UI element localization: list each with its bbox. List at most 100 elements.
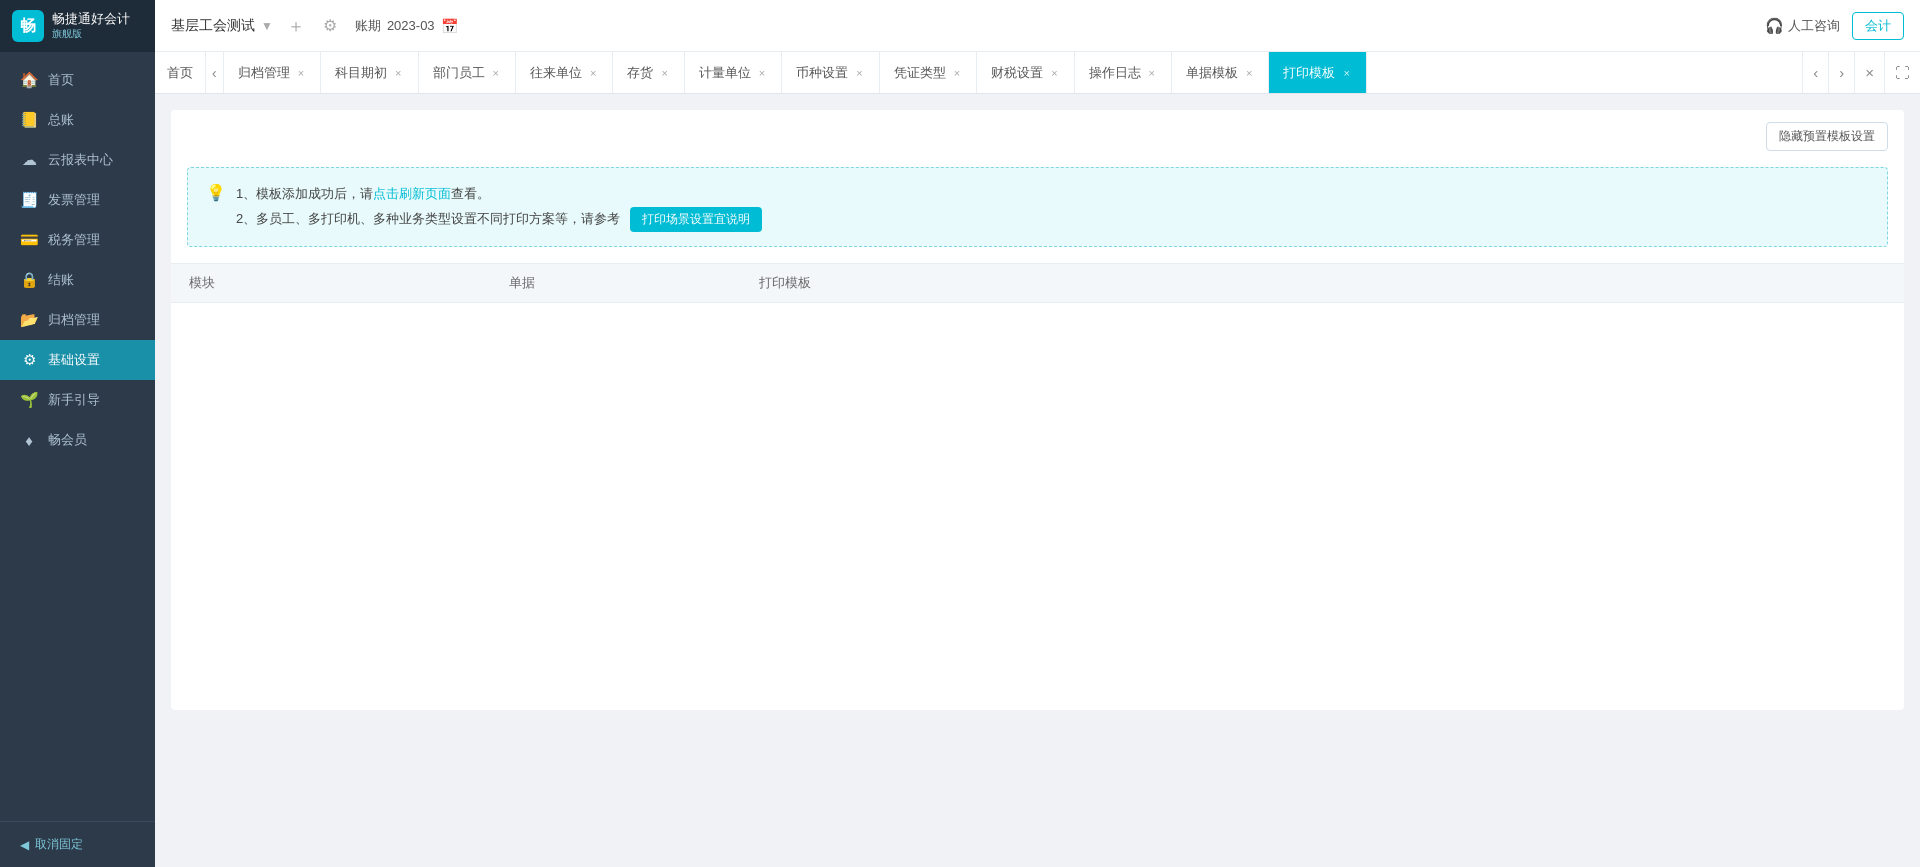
sidebar-nav: 🏠 首页 📒 总账 ☁ 云报表中心 🧾 发票管理 💳 税务管理 🔒 结账 📂 归… <box>0 52 155 821</box>
tab-close-icon[interactable]: × <box>491 66 501 80</box>
tab-expand[interactable]: ⛶ <box>1884 52 1920 94</box>
reports-icon: ☁ <box>20 151 38 169</box>
topbar-right: 🎧 人工咨询 会计 <box>1765 12 1904 40</box>
help-button[interactable]: 🎧 人工咨询 <box>1765 17 1840 35</box>
guide-icon: 🌱 <box>20 391 38 409</box>
company-name: 基层工会测试 <box>171 17 255 35</box>
sidebar-item-invoice[interactable]: 🧾 发票管理 <box>0 180 155 220</box>
sidebar-item-tax[interactable]: 💳 税务管理 <box>0 220 155 260</box>
calendar-icon[interactable]: 📅 <box>441 18 458 34</box>
sidebar-item-ledger[interactable]: 📒 总账 <box>0 100 155 140</box>
sidebar-item-label: 发票管理 <box>48 191 100 209</box>
tab-close-icon[interactable]: × <box>659 66 669 80</box>
sidebar-item-reports[interactable]: ☁ 云报表中心 <box>0 140 155 180</box>
tab-subjects[interactable]: 科目期初 × <box>321 52 418 94</box>
tab-close-icon[interactable]: × <box>1244 66 1254 80</box>
tab-oplog[interactable]: 操作日志 × <box>1075 52 1172 94</box>
content-inner: 隐藏预置模板设置 💡 1、模板添加成功后，请点击刷新页面查看。 2、多员工、多打… <box>171 110 1904 710</box>
tab-close-icon[interactable]: × <box>393 66 403 80</box>
tab-label: 凭证类型 <box>894 64 946 82</box>
tab-label: 科目期初 <box>335 64 387 82</box>
tab-receipt[interactable]: 单据模板 × <box>1172 52 1269 94</box>
home-icon: 🏠 <box>20 71 38 89</box>
tab-stock[interactable]: 存货 × <box>613 52 684 94</box>
sidebar-item-label: 基础设置 <box>48 351 100 369</box>
sidebar-item-label: 税务管理 <box>48 231 100 249</box>
notice-line2: 2、多员工、多打印机、多种业务类型设置不同打印方案等，请参考 打印场景设置宜说明 <box>236 207 762 232</box>
tab-label: 单据模板 <box>1186 64 1238 82</box>
sidebar-item-basic[interactable]: ⚙ 基础设置 <box>0 340 155 380</box>
topbar: 基层工会测试 ▼ ＋ ⚙ 账期 2023-03 📅 🎧 人工咨询 会计 <box>155 0 1920 52</box>
notice-box: 💡 1、模板添加成功后，请点击刷新页面查看。 2、多员工、多打印机、多种业务类型… <box>187 167 1888 247</box>
basic-icon: ⚙ <box>20 351 38 369</box>
tab-nav-back[interactable]: ‹ <box>206 52 224 94</box>
user-button[interactable]: 会计 <box>1852 12 1904 40</box>
period-display: 账期 2023-03 📅 <box>355 17 458 35</box>
tab-close-icon[interactable]: × <box>1341 66 1351 80</box>
tab-nav-prev[interactable]: ‹ <box>1802 52 1828 94</box>
sidebar-item-member[interactable]: ♦ 畅会员 <box>0 420 155 460</box>
period-value: 2023-03 <box>387 18 435 33</box>
sidebar-unpin[interactable]: ◀ 取消固定 <box>0 821 155 867</box>
tab-close-all[interactable]: × <box>1854 52 1884 94</box>
tab-close-icon[interactable]: × <box>757 66 767 80</box>
main: 基层工会测试 ▼ ＋ ⚙ 账期 2023-03 📅 🎧 人工咨询 会计 首页 ‹… <box>155 0 1920 867</box>
headset-icon: 🎧 <box>1765 17 1784 35</box>
tab-taxset[interactable]: 财税设置 × <box>977 52 1074 94</box>
tab-label: 部门员工 <box>433 64 485 82</box>
settings-icon[interactable]: ⚙ <box>319 16 341 35</box>
tax-icon: 💳 <box>20 231 38 249</box>
tab-actions: ‹ › × ⛶ <box>1802 52 1920 94</box>
sidebar-item-label: 首页 <box>48 71 74 89</box>
content-area: 隐藏预置模板设置 💡 1、模板添加成功后，请点击刷新页面查看。 2、多员工、多打… <box>155 94 1920 867</box>
tab-label: 打印模板 <box>1283 64 1335 82</box>
tab-close-icon[interactable]: × <box>296 66 306 80</box>
tab-print[interactable]: 打印模板 × <box>1269 52 1366 94</box>
tab-label: 操作日志 <box>1089 64 1141 82</box>
tab-close-icon[interactable]: × <box>952 66 962 80</box>
tab-currency[interactable]: 币种设置 × <box>782 52 879 94</box>
logo-icon: 畅 <box>12 10 44 42</box>
tab-home[interactable]: 首页 <box>155 52 206 94</box>
ledger-icon: 📒 <box>20 111 38 129</box>
tab-dept[interactable]: 部门员工 × <box>419 52 516 94</box>
sidebar-item-label: 畅会员 <box>48 431 87 449</box>
tab-close-icon[interactable]: × <box>1147 66 1157 80</box>
sidebar-item-label: 结账 <box>48 271 74 289</box>
company-selector[interactable]: 基层工会测试 ▼ <box>171 17 273 35</box>
settle-icon: 🔒 <box>20 271 38 289</box>
unpin-icon: ◀ <box>20 838 29 852</box>
tab-archive[interactable]: 归档管理 × <box>224 52 321 94</box>
company-arrow-icon: ▼ <box>261 19 273 33</box>
col-template: 打印模板 <box>741 264 1904 302</box>
sidebar-item-label: 总账 <box>48 111 74 129</box>
tab-nav-next[interactable]: › <box>1828 52 1854 94</box>
print-scene-button[interactable]: 打印场景设置宜说明 <box>630 207 762 232</box>
tab-label: 财税设置 <box>991 64 1043 82</box>
tab-home-label: 首页 <box>167 64 193 82</box>
archive-icon: 📂 <box>20 311 38 329</box>
sidebar-item-home[interactable]: 🏠 首页 <box>0 60 155 100</box>
col-module: 模块 <box>171 264 491 302</box>
sidebar-item-guide[interactable]: 🌱 新手引导 <box>0 380 155 420</box>
bulb-icon: 💡 <box>206 183 226 202</box>
col-receipt: 单据 <box>491 264 741 302</box>
sidebar-item-settle[interactable]: 🔒 结账 <box>0 260 155 300</box>
hide-preview-button[interactable]: 隐藏预置模板设置 <box>1766 122 1888 151</box>
tab-close-icon[interactable]: × <box>854 66 864 80</box>
add-tab-button[interactable]: ＋ <box>283 14 309 38</box>
tab-close-icon[interactable]: × <box>588 66 598 80</box>
sidebar-item-label: 归档管理 <box>48 311 100 329</box>
sidebar-item-archive[interactable]: 📂 归档管理 <box>0 300 155 340</box>
top-actions: 隐藏预置模板设置 <box>171 110 1904 151</box>
tab-partner[interactable]: 往来单位 × <box>516 52 613 94</box>
refresh-link[interactable]: 点击刷新页面 <box>373 186 451 201</box>
table-header: 模块 单据 打印模板 <box>171 263 1904 303</box>
period-label: 账期 <box>355 17 381 35</box>
tabbar: 首页 ‹ 归档管理 × 科目期初 × 部门员工 × 往来单位 × 存货 × 计量… <box>155 52 1920 94</box>
tab-measure[interactable]: 计量单位 × <box>685 52 782 94</box>
tab-voucher[interactable]: 凭证类型 × <box>880 52 977 94</box>
tab-close-icon[interactable]: × <box>1049 66 1059 80</box>
sidebar-item-label: 新手引导 <box>48 391 100 409</box>
sidebar-logo: 畅 畅捷通好会计 旗舰版 <box>0 0 155 52</box>
